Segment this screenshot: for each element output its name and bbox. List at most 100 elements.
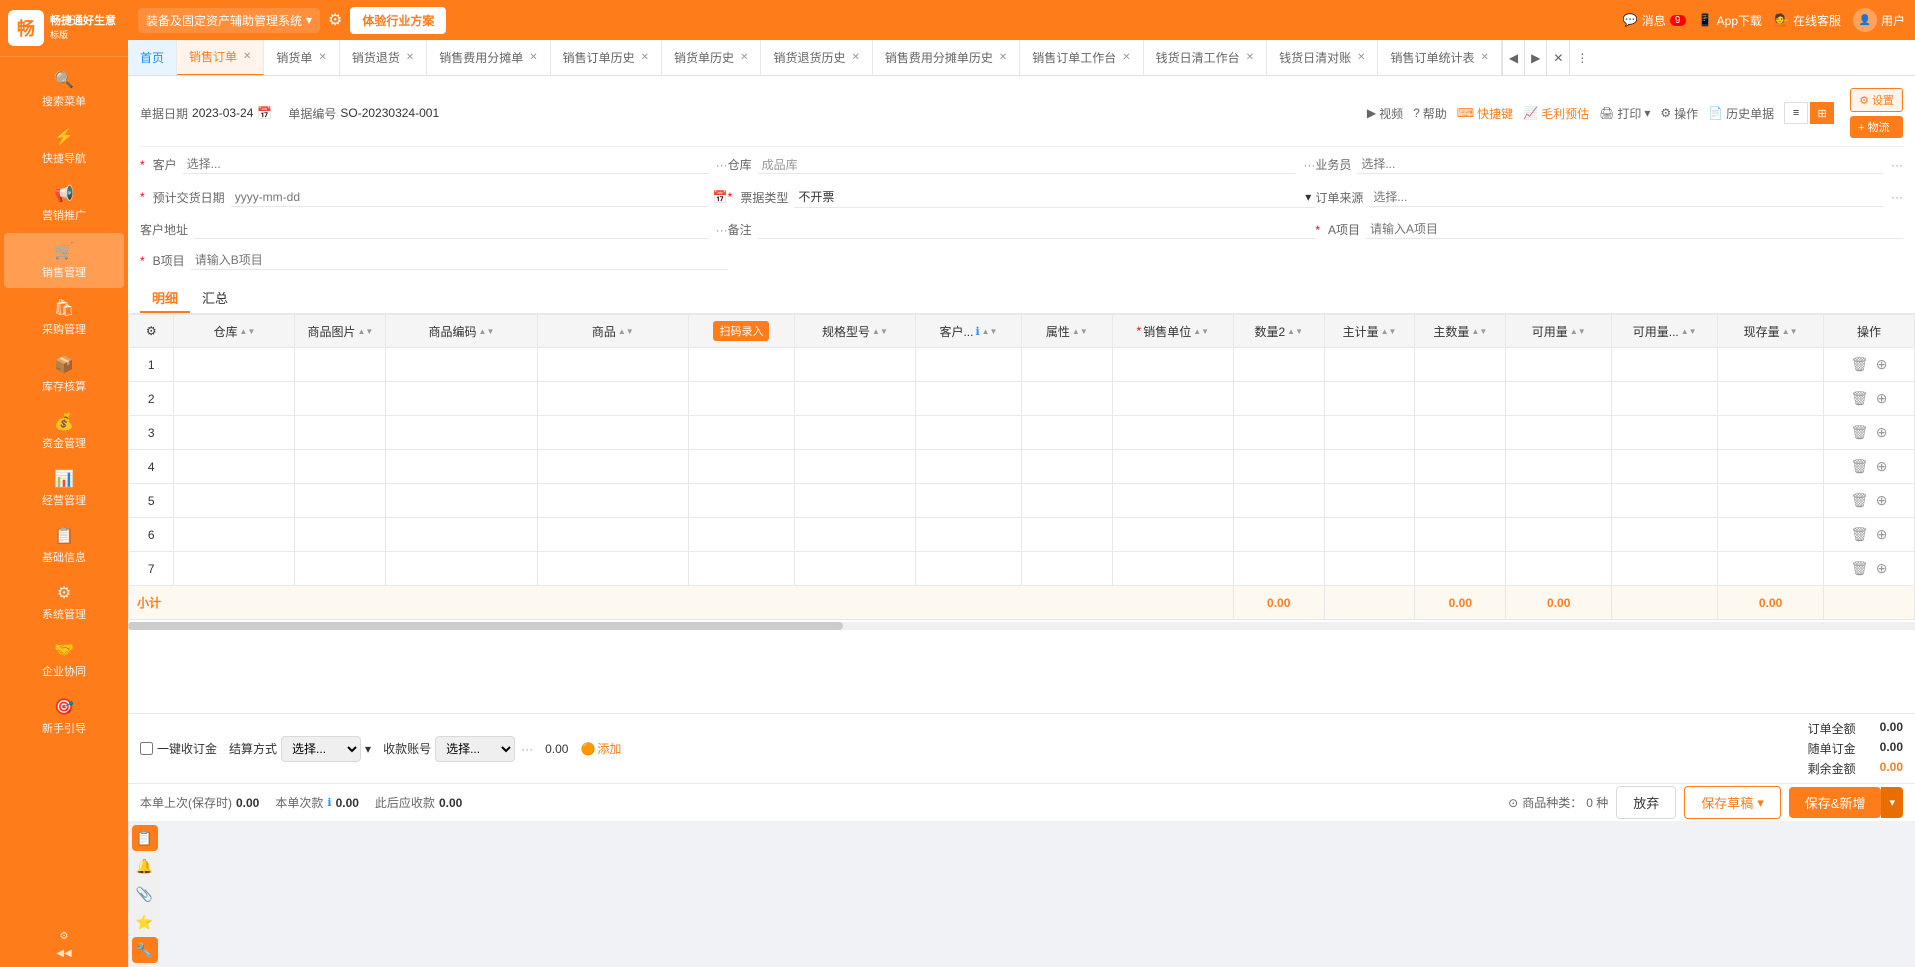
row-delete-icon-1[interactable]: 🗑: [1851, 356, 1869, 372]
right-panel-icon-4[interactable]: ⭐: [132, 909, 158, 935]
tab-return-history-close[interactable]: ✕: [740, 52, 748, 63]
sidebar-item-sales[interactable]: 🛒 销售管理: [4, 233, 124, 288]
account-dots[interactable]: ···: [521, 742, 533, 756]
horizontal-scrollbar[interactable]: [128, 622, 1915, 630]
tab-sales-order-close[interactable]: ✕: [243, 51, 251, 62]
th-product-img[interactable]: 商品图片 ▲▼: [295, 315, 386, 348]
address-dots[interactable]: ···: [716, 223, 728, 237]
sidebar-item-inventory[interactable]: 📦 库存核算: [4, 347, 124, 402]
right-panel-icon-5[interactable]: 🔧: [132, 937, 158, 963]
view-video-btn[interactable]: ▶ 视频: [1367, 105, 1403, 122]
row-copy-icon-1[interactable]: ⊕: [1876, 356, 1888, 372]
sidebar-collapse-btn[interactable]: ◀◀: [56, 948, 71, 959]
industry-btn[interactable]: 体验行业方案: [350, 7, 446, 34]
row-copy-icon-4[interactable]: ⊕: [1876, 458, 1888, 474]
tab-sales-refund-history[interactable]: 销货退货历史 ✕: [761, 40, 872, 76]
th-product-code[interactable]: 商品编码 ▲▼: [386, 315, 537, 348]
help-btn[interactable]: ? 帮助: [1413, 105, 1447, 122]
b-project-input[interactable]: [191, 251, 728, 270]
row-copy-icon-7[interactable]: ⊕: [1876, 560, 1888, 576]
date-picker-icon[interactable]: 📅: [257, 106, 272, 120]
th-settings[interactable]: ⚙: [129, 315, 174, 348]
sidebar-item-marketing[interactable]: 📢 营销推广: [4, 176, 124, 231]
tab-cash-account-close[interactable]: ✕: [1357, 52, 1365, 63]
row-delete-icon-5[interactable]: 🗑: [1851, 492, 1869, 508]
tab-close-all-btn[interactable]: ✕: [1546, 40, 1569, 76]
th-main-qty[interactable]: 主数量 ▲▼: [1415, 315, 1506, 348]
row-delete-icon-6[interactable]: 🗑: [1851, 526, 1869, 542]
account-select[interactable]: 选择...: [435, 736, 515, 762]
tab-sales-return-close[interactable]: ✕: [318, 52, 326, 63]
th-qty2[interactable]: 数量2 ▲▼: [1233, 315, 1324, 348]
tab-cash-workbench-close[interactable]: ✕: [1246, 52, 1254, 63]
tab-order-history-close[interactable]: ✕: [641, 52, 649, 63]
right-panel-icon-2[interactable]: 🔔: [132, 853, 158, 879]
tab-sales-order-history[interactable]: 销售订单历史 ✕: [551, 40, 662, 76]
row-copy-icon-3[interactable]: ⊕: [1876, 424, 1888, 440]
add-payment-btn[interactable]: 🟠 添加: [580, 740, 621, 757]
customer-input[interactable]: [183, 155, 708, 174]
right-panel-icon-1[interactable]: 📋: [132, 825, 158, 851]
tab-sales-return[interactable]: 销货单 ✕: [264, 40, 339, 76]
delivery-date-input[interactable]: [231, 188, 707, 207]
tab-sales-refund[interactable]: 销货退货 ✕: [340, 40, 427, 76]
scan-btn[interactable]: 扫码录入: [713, 321, 769, 341]
tab-summary[interactable]: 汇总: [190, 284, 240, 313]
row-delete-icon-2[interactable]: 🗑: [1851, 390, 1869, 406]
th-warehouse[interactable]: 仓库 ▲▼: [174, 315, 295, 348]
this-order-info-icon[interactable]: ℹ: [327, 796, 331, 809]
add-logistics-btn[interactable]: + 物流: [1850, 116, 1903, 138]
th-stock[interactable]: 现存量 ▲▼: [1718, 315, 1824, 348]
row-copy-icon-6[interactable]: ⊕: [1876, 526, 1888, 542]
sidebar-item-finance[interactable]: 💰 资金管理: [4, 404, 124, 459]
th-avail[interactable]: 可用量 ▲▼: [1506, 315, 1612, 348]
tab-home[interactable]: 首页: [128, 40, 177, 76]
online-service-btn[interactable]: 💁 在线客服: [1774, 12, 1841, 29]
order-source-input[interactable]: [1369, 188, 1883, 207]
grid-view-btn[interactable]: ⊞: [1810, 102, 1834, 124]
row-copy-icon-2[interactable]: ⊕: [1876, 390, 1888, 406]
app-download-btn[interactable]: 📱 App下载: [1698, 12, 1762, 29]
notes-input[interactable]: [758, 220, 1316, 239]
th-customer-code[interactable]: 客户... ℹ ▲▼: [916, 315, 1022, 348]
tab-cash-daily-account[interactable]: 钱货日清对账 ✕: [1267, 40, 1378, 76]
tab-sales-order[interactable]: 销售订单 ✕: [177, 40, 264, 76]
sidebar-item-quick-nav[interactable]: ⚡ 快捷导航: [4, 119, 124, 174]
row-delete-icon-4[interactable]: 🗑: [1851, 458, 1869, 474]
tab-detail[interactable]: 明细: [140, 284, 190, 313]
a-project-input[interactable]: [1366, 220, 1903, 239]
tab-cash-daily-workbench[interactable]: 钱货日清工作台 ✕: [1144, 40, 1267, 76]
payment-method-select[interactable]: 选择...: [281, 736, 361, 762]
tab-refund-history-close[interactable]: ✕: [851, 52, 859, 63]
tab-fee-history-close[interactable]: ✕: [999, 52, 1007, 63]
customer-address-input[interactable]: [194, 220, 708, 239]
sidebar-settings-btn[interactable]: ⚙: [60, 931, 69, 942]
user-btn[interactable]: 👤 用户: [1853, 8, 1905, 32]
sidebar-item-system[interactable]: ⚙ 系统管理: [4, 575, 124, 630]
th-attr[interactable]: 属性 ▲▼: [1021, 315, 1112, 348]
order-source-dots[interactable]: ···: [1891, 190, 1903, 204]
sidebar-item-operations[interactable]: 📊 经营管理: [4, 461, 124, 516]
salesperson-dots[interactable]: ···: [1891, 158, 1903, 172]
sidebar-item-search[interactable]: 🔍 搜索菜单: [4, 62, 124, 117]
th-avail2[interactable]: 可用量... ▲▼: [1612, 315, 1718, 348]
tab-sales-fee[interactable]: 销售费用分摊单 ✕: [427, 40, 550, 76]
one-key-checkout-checkbox[interactable]: [140, 742, 153, 755]
tab-menu-btn[interactable]: ⋮: [1569, 40, 1594, 76]
sidebar-item-purchase[interactable]: 🛍 采购管理: [4, 290, 124, 345]
shortcuts-btn[interactable]: ⌨ 快捷键: [1457, 105, 1513, 122]
warehouse-dots[interactable]: ···: [1303, 158, 1315, 172]
warehouse-input[interactable]: [758, 155, 1296, 174]
sidebar-item-guide[interactable]: 🎯 新手引导: [4, 689, 124, 744]
sidebar-item-basic-info[interactable]: 📋 基础信息: [4, 518, 124, 573]
tab-sales-order-workbench[interactable]: 销售订单工作台 ✕: [1020, 40, 1143, 76]
scrollbar-thumb[interactable]: [128, 622, 843, 630]
settings-gear-btn[interactable]: ⚙: [328, 10, 342, 30]
row-delete-icon-7[interactable]: 🗑: [1851, 560, 1869, 576]
save-draft-btn[interactable]: 保存草稿 ▾: [1684, 786, 1781, 819]
messages-btn[interactable]: 💬 消息 9: [1623, 12, 1686, 29]
settings-btn[interactable]: ⚙ 设置: [1850, 88, 1903, 112]
tab-order-workbench-close[interactable]: ✕: [1122, 52, 1130, 63]
right-panel-icon-3[interactable]: 📎: [132, 881, 158, 907]
tab-sales-summary[interactable]: 销售订单统计表 ✕: [1378, 40, 1501, 76]
